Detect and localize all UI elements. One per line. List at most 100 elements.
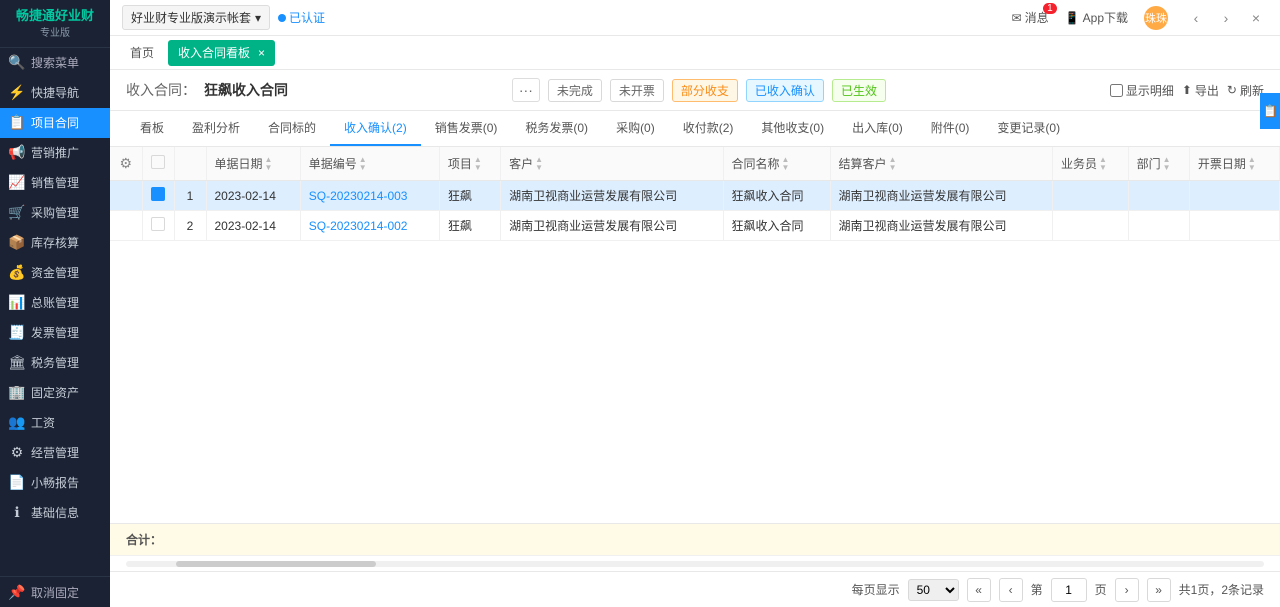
tab-revenue-confirm[interactable]: 收入确认(2) [330,111,421,146]
scroll-track[interactable] [126,561,1264,567]
tab-other[interactable]: 其他收支(0) [747,111,838,146]
show-detail-input[interactable] [1110,84,1123,97]
tab-attachments[interactable]: 附件(0) [917,111,984,146]
export-button[interactable]: ⬆ 导出 [1182,82,1219,99]
th-customer-label: 客户 [509,155,533,172]
status-effective[interactable]: 已生效 [832,79,886,102]
td-bill-no-1[interactable]: SQ-20230214-003 [300,181,439,211]
row-checkbox-1[interactable] [151,187,165,201]
sort-arrows-settle-customer[interactable]: ▲▼ [889,156,897,172]
status-confirmed[interactable]: 已收入确认 [746,79,824,102]
sidebar-pin-button[interactable]: 📌 取消固定 [0,577,110,607]
tab-purchase[interactable]: 采购(0) [602,111,669,146]
horizontal-scrollbar[interactable] [110,555,1280,571]
td-checkbox-1[interactable] [142,181,174,211]
th-invoice-date[interactable]: 开票日期 ▲▼ [1189,147,1279,181]
nav-back-button[interactable]: ‹ [1184,6,1208,30]
sidebar-item-funds[interactable]: 💰 资金管理 [0,258,110,288]
select-all-checkbox[interactable] [151,155,165,169]
th-date[interactable]: 单据日期 ▲▼ [206,147,300,181]
sidebar-item-sales[interactable]: 📈 销售管理 [0,168,110,198]
tab-contract-items[interactable]: 合同标的 [254,111,330,146]
sidebar-item-project-contract[interactable]: 📋 项目合同 [0,108,110,138]
th-customer[interactable]: 客户 ▲▼ [501,147,723,181]
window-close-button[interactable]: × [1244,6,1268,30]
next-page-button[interactable]: › [1115,578,1139,602]
message-button[interactable]: ✉ 1 消息 [1012,9,1049,26]
float-panel-button[interactable]: 📋 [1260,93,1280,129]
sidebar-item-invoice[interactable]: 🧾 发票管理 [0,318,110,348]
hr-icon: 👥 [8,414,26,432]
th-settle-customer[interactable]: 结算客户 ▲▼ [830,147,1052,181]
last-page-button[interactable]: » [1147,578,1171,602]
per-page-select[interactable]: 50 100 200 [908,579,959,601]
td-date-2: 2023-02-14 [206,211,300,241]
table-row[interactable]: 1 2023-02-14 SQ-20230214-003 狂飙 湖南卫视商业运营… [110,181,1280,211]
th-checkbox[interactable] [142,147,174,181]
tab-profit[interactable]: 盈利分析 [178,111,254,146]
page-number-input[interactable] [1051,578,1087,602]
first-page-button[interactable]: « [967,578,991,602]
sort-arrows-bill-no[interactable]: ▲▼ [359,156,367,172]
refresh-button[interactable]: ↻ 刷新 [1227,82,1264,99]
table-row[interactable]: 2 2023-02-14 SQ-20230214-002 狂飙 湖南卫视商业运营… [110,211,1280,241]
td-salesperson-1 [1052,181,1128,211]
bill-no-link-2[interactable]: SQ-20230214-002 [309,219,408,233]
th-project[interactable]: 项目 ▲▼ [439,147,500,181]
page-info: 共1页，2条记录 [1179,581,1264,598]
user-avatar-button[interactable]: 珠珠 [1144,6,1168,30]
sidebar-item-purchase[interactable]: 🛒 采购管理 [0,198,110,228]
td-bill-no-2[interactable]: SQ-20230214-002 [300,211,439,241]
sidebar-item-inventory[interactable]: 📦 库存核算 [0,228,110,258]
show-detail-checkbox[interactable]: 显示明细 [1110,82,1174,99]
active-tab-contract[interactable]: 收入合同看板 × [168,40,275,66]
sidebar-item-hr[interactable]: 👥 工资 [0,408,110,438]
th-salesperson[interactable]: 业务员 ▲▼ [1052,147,1128,181]
th-settings[interactable]: ⚙ [110,147,142,181]
sidebar-item-tax[interactable]: 🏛 税务管理 [0,348,110,378]
tab-kanban[interactable]: 看板 [126,111,178,146]
sort-arrows-department[interactable]: ▲▼ [1163,156,1171,172]
sort-arrows-customer[interactable]: ▲▼ [535,156,543,172]
sidebar-item-marketing[interactable]: 📢 营销推广 [0,138,110,168]
tab-payment[interactable]: 收付款(2) [669,111,748,146]
sidebar-item-quick-nav[interactable]: ⚡ 快捷导航 [0,78,110,108]
td-checkbox-2[interactable] [142,211,174,241]
sidebar-item-fixed-asset[interactable]: 🏢 固定资产 [0,378,110,408]
th-department[interactable]: 部门 ▲▼ [1128,147,1189,181]
sidebar-item-report[interactable]: 📄 小畅报告 [0,468,110,498]
tab-tax-invoice[interactable]: 税务发票(0) [511,111,602,146]
prev-page-button[interactable]: ‹ [999,578,1023,602]
more-button[interactable]: ··· [512,78,540,102]
th-bill-no[interactable]: 单据编号 ▲▼ [300,147,439,181]
sort-arrows-contract-name[interactable]: ▲▼ [782,156,790,172]
status-uninvoiced[interactable]: 未开票 [610,79,664,102]
tab-close-button[interactable]: × [258,46,265,60]
tab-warehouse[interactable]: 出入库(0) [838,111,917,146]
app-name: 畅捷通好业财 [6,8,104,24]
sort-arrows-invoice-date[interactable]: ▲▼ [1248,156,1256,172]
sort-arrows-date[interactable]: ▲▼ [265,156,273,172]
sort-arrows-salesperson[interactable]: ▲▼ [1099,156,1107,172]
tab-sales-invoice[interactable]: 销售发票(0) [421,111,512,146]
bill-no-link-1[interactable]: SQ-20230214-003 [309,189,408,203]
home-tab[interactable]: 首页 [120,36,164,70]
sidebar-item-account[interactable]: 📊 总账管理 [0,288,110,318]
row-checkbox-2[interactable] [151,217,165,231]
scroll-thumb[interactable] [176,561,376,567]
company-select[interactable]: 好业财专业版演示帐套 ▾ [122,5,270,30]
status-incomplete-label: 未完成 [557,84,593,98]
td-contract-name-2: 狂飙收入合同 [723,211,830,241]
sidebar-item-basic[interactable]: ℹ 基础信息 [0,498,110,528]
status-partial[interactable]: 部分收支 [672,79,738,102]
status-incomplete[interactable]: 未完成 [548,79,602,102]
gear-icon[interactable]: ⚙ [119,155,132,171]
td-department-1 [1128,181,1189,211]
th-contract-name[interactable]: 合同名称 ▲▼ [723,147,830,181]
sidebar-item-ops[interactable]: ⚙ 经营管理 [0,438,110,468]
app-download-button[interactable]: 📱 App下载 [1065,9,1128,26]
tab-changes[interactable]: 变更记录(0) [983,111,1074,146]
nav-forward-button[interactable]: › [1214,6,1238,30]
sidebar-item-search[interactable]: 🔍 搜索菜单 [0,48,110,78]
sort-arrows-project[interactable]: ▲▼ [474,156,482,172]
